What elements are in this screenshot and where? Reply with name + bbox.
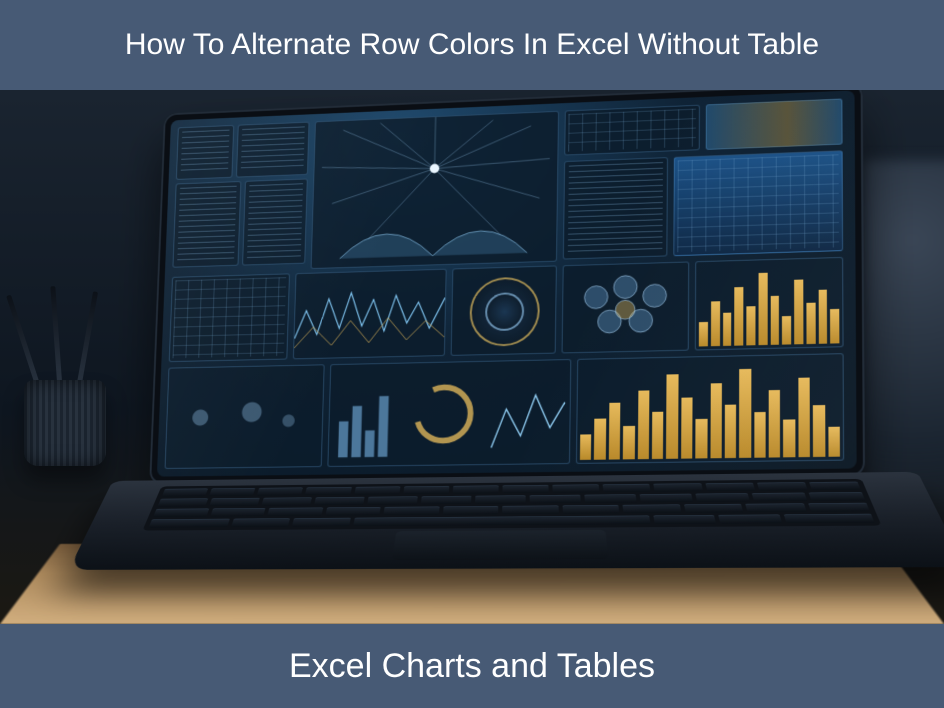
data-list-panel [172,181,241,268]
cluster-panel [562,261,690,353]
radial-burst-panel [311,111,559,269]
trackpad [392,530,608,560]
bar-chart-panel [695,257,844,351]
footer-caption: Excel Charts and Tables [289,647,655,686]
header-title: How To Alternate Row Colors In Excel Wit… [125,28,819,62]
burst-icon [312,112,559,269]
gauge-panel [451,265,557,355]
footer-banner: Excel Charts and Tables [0,624,944,708]
sparkline-panel [293,269,447,360]
laptop-base [69,472,944,570]
table-panel [564,105,700,156]
hero-illustration [0,90,944,624]
keyboard [142,479,881,531]
world-map-panel [165,364,325,469]
pattern-panel [169,273,290,362]
legend-strip [706,99,843,150]
bar-chart-panel [576,353,844,464]
data-list-panel [236,122,310,178]
multi-chart-panel [327,359,571,467]
data-list-panel [242,178,308,265]
dashboard-screen [157,90,857,476]
data-list-panel [563,157,668,259]
laptop [106,90,919,624]
header-banner: How To Alternate Row Colors In Excel Wit… [0,0,944,90]
data-grid-panel [673,150,843,256]
pen-cup-icon [24,380,106,466]
data-list-panel [176,125,234,180]
hex-cluster-icon [563,262,689,353]
laptop-screen-frame [149,90,865,484]
mixed-chart-icon [328,360,570,467]
sparkline-icon [294,270,446,359]
